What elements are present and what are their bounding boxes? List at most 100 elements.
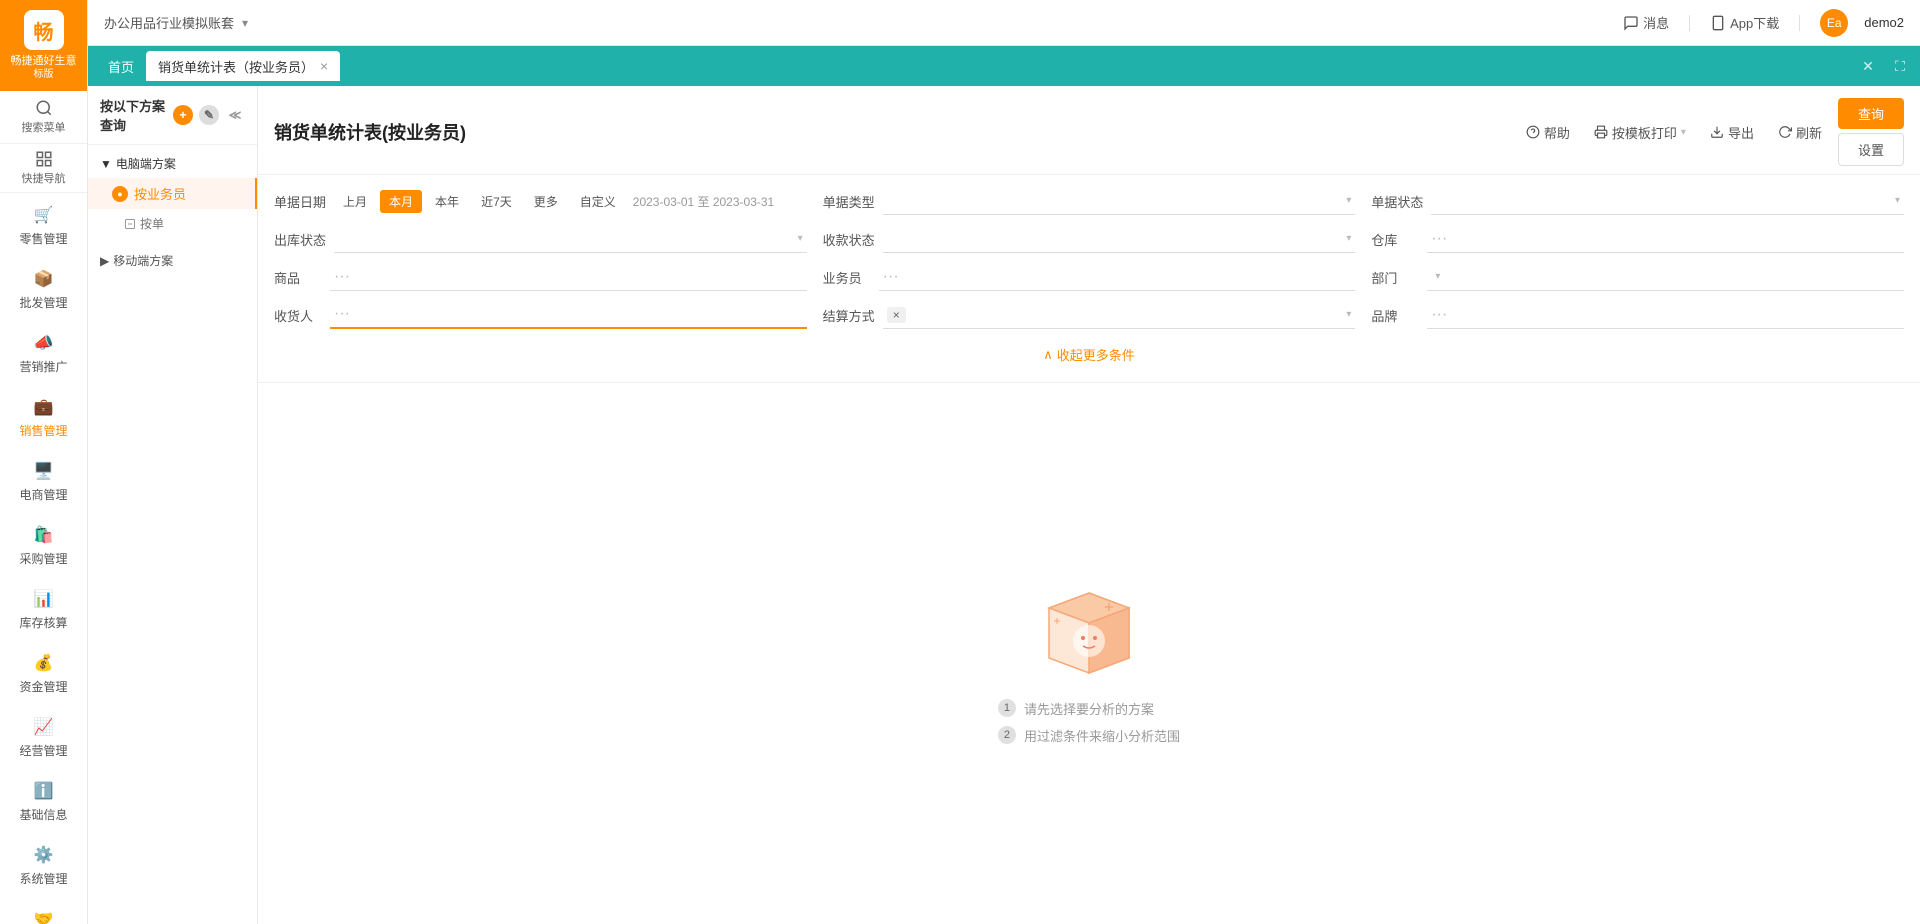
consignee-input-wrap[interactable]: ··· [330, 301, 807, 329]
settlement-input[interactable]: × ▾ [883, 301, 1356, 329]
filter-warehouse: 仓库 ··· [1371, 225, 1904, 253]
collapse-panel-btn[interactable]: ≪ [225, 105, 245, 125]
sidebar-quick-nav[interactable]: 快捷导航 [0, 144, 87, 193]
sidebar-item-operations[interactable]: 📈 经营管理 [0, 705, 87, 769]
message-btn[interactable]: 消息 [1623, 13, 1669, 32]
section-mobile-arrow: ▶ [100, 254, 109, 268]
breadcrumb-dropdown[interactable]: ▾ [242, 16, 248, 30]
receiptstatus-input[interactable]: ▾ [883, 225, 1356, 253]
filter-area: 单据日期 上月 本月 本年 近7天 更多 自定义 2023-03-01 至 20… [258, 175, 1920, 383]
date-btn-custom[interactable]: 自定义 [571, 190, 625, 213]
export-label: 导出 [1728, 123, 1754, 142]
empty-tip-2: 2 用过滤条件来缩小分析范围 [998, 726, 1180, 745]
logo-subtitle: 标版 [34, 68, 54, 81]
header-right: 消息 App下载 Ea demo2 [1623, 9, 1904, 37]
refresh-btn[interactable]: 刷新 [1770, 119, 1830, 146]
scheme-salesman[interactable]: ● 按业务员 [88, 178, 257, 209]
sidebar-item-enterprise[interactable]: 🤝 企业协同 [0, 897, 87, 924]
tab-close-all-btn[interactable]: ✕ [1856, 54, 1880, 78]
salesman-input[interactable]: ··· [879, 263, 1356, 291]
docstatus-input[interactable]: ▾ [1431, 187, 1904, 215]
sidebar-item-finance[interactable]: 💰 资金管理 [0, 641, 87, 705]
tab-sales-stat[interactable]: 销货单统计表（按业务员） × [146, 51, 340, 81]
right-panel: 销货单统计表(按业务员) 帮助 按模板打印 ▾ 导出 [258, 86, 1920, 924]
app-download-btn[interactable]: App下载 [1710, 13, 1779, 32]
scheme-by-doc[interactable]: 按单 [88, 209, 257, 238]
date-btn-lastmonth[interactable]: 上月 [334, 190, 376, 213]
tab-home[interactable]: 首页 [96, 51, 146, 81]
sidebar-item-retail[interactable]: 🛒 零售管理 [0, 193, 87, 257]
marketing-label: 营销推广 [19, 358, 67, 375]
doctype-input[interactable]: ▾ [883, 187, 1356, 215]
docstatus-arrow: ▾ [1895, 195, 1900, 206]
help-btn[interactable]: 帮助 [1518, 119, 1578, 146]
salesman-label: 业务员 [823, 268, 871, 287]
sidebar-search[interactable]: 按以下方案查询 搜索菜单 [0, 91, 87, 144]
settlement-tag-x[interactable]: × [893, 308, 900, 322]
sidebar-item-sales[interactable]: 💼 销售管理 [0, 385, 87, 449]
scheme-salesman-label: 按业务员 [134, 184, 186, 203]
add-scheme-btn[interactable]: + [173, 105, 193, 125]
shipstatus-input[interactable]: ▾ [334, 225, 807, 253]
tab-close-icon[interactable]: × [320, 58, 328, 74]
query-button[interactable]: 查询 [1838, 98, 1904, 129]
filter-consignee: 收货人 ··· [274, 301, 807, 329]
date-filter-buttons: 上月 本月 本年 近7天 更多 自定义 2023-03-01 至 2023-03… [334, 190, 774, 213]
print-btn[interactable]: 按模板打印 ▾ [1586, 119, 1694, 146]
date-btn-7days[interactable]: 近7天 [472, 190, 521, 213]
left-panel: 按以下方案查询 + ✎ ≪ ▼ 电脑端方案 ● 按业务员 按单 [88, 86, 258, 924]
shipstatus-label: 出库状态 [274, 230, 326, 249]
user-avatar[interactable]: Ea [1820, 9, 1848, 37]
export-btn[interactable]: 导出 [1702, 119, 1762, 146]
brand-input[interactable]: ··· [1427, 301, 1904, 329]
warehouse-dots: ··· [1431, 230, 1447, 248]
empty-area: 1 请先选择要分析的方案 2 用过滤条件来缩小分析范围 [258, 383, 1920, 924]
sidebar-item-ecommerce[interactable]: 🖥️ 电商管理 [0, 449, 87, 513]
sidebar-item-inventory[interactable]: 📊 库存核算 [0, 577, 87, 641]
sidebar-logo[interactable]: 畅 畅捷通好生意 标版 [0, 0, 87, 91]
brand-label: 品牌 [1371, 306, 1419, 325]
date-btn-thisyear[interactable]: 本年 [426, 190, 468, 213]
main-area: 办公用品行业模拟账套 ▾ 消息 App下载 Ea demo2 首页 销货单统 [88, 0, 1920, 924]
filter-shipstatus: 出库状态 ▾ [274, 225, 807, 253]
system-label: 系统管理 [19, 870, 67, 887]
sidebar-item-system[interactable]: ⚙️ 系统管理 [0, 833, 87, 897]
settlement-arrow: ▾ [1346, 309, 1351, 320]
warehouse-input[interactable]: ··· [1427, 225, 1904, 253]
date-range: 2023-03-01 至 2023-03-31 [633, 193, 774, 210]
settlement-tag[interactable]: × [887, 307, 906, 323]
section-mobile-title[interactable]: ▶ 移动端方案 [88, 246, 257, 275]
department-input[interactable]: ▾ [1427, 263, 1904, 291]
user-name[interactable]: demo2 [1864, 15, 1904, 30]
filter-docstatus: 单据状态 ▾ [1371, 187, 1904, 215]
shipstatus-arrow: ▾ [798, 233, 803, 244]
operations-label: 经营管理 [19, 742, 67, 759]
goods-input[interactable]: ··· [330, 263, 807, 291]
sidebar-item-basic[interactable]: ℹ️ 基础信息 [0, 769, 87, 833]
left-panel-actions: + ✎ ≪ [173, 105, 245, 125]
date-btn-thismonth[interactable]: 本月 [380, 190, 422, 213]
sidebar-item-purchase[interactable]: 🛍️ 采购管理 [0, 513, 87, 577]
ecommerce-icon: 🖥️ [32, 459, 56, 483]
sidebar-item-wholesale[interactable]: 📦 批发管理 [0, 257, 87, 321]
doctype-arrow: ▾ [1346, 195, 1351, 206]
setting-button[interactable]: 设置 [1838, 133, 1904, 166]
avatar-text: Ea [1827, 16, 1842, 30]
inventory-label: 库存核算 [19, 614, 67, 631]
header-breadcrumb[interactable]: 办公用品行业模拟账套 [104, 13, 234, 32]
system-icon: ⚙️ [32, 843, 56, 867]
tab-maximize-btn[interactable]: ⛶ [1888, 54, 1912, 78]
purchase-icon: 🛍️ [32, 523, 56, 547]
doctype-label: 单据类型 [823, 192, 875, 211]
empty-illustration [1029, 563, 1149, 683]
tab-bar: 首页 销货单统计表（按业务员） × ✕ ⛶ [88, 46, 1920, 86]
sidebar-item-marketing[interactable]: 📣 营销推广 [0, 321, 87, 385]
section-pc-title[interactable]: ▼ 电脑端方案 [88, 149, 257, 178]
date-btn-more[interactable]: 更多 [525, 190, 567, 213]
sales-label: 销售管理 [19, 422, 67, 439]
empty-tips: 1 请先选择要分析的方案 2 用过滤条件来缩小分析范围 [998, 699, 1180, 745]
edit-scheme-btn[interactable]: ✎ [199, 105, 219, 125]
print-dropdown-icon[interactable]: ▾ [1681, 127, 1686, 138]
collapse-bar[interactable]: ∧ 收起更多条件 [274, 339, 1904, 370]
section-pc-label: 电脑端方案 [116, 155, 176, 172]
